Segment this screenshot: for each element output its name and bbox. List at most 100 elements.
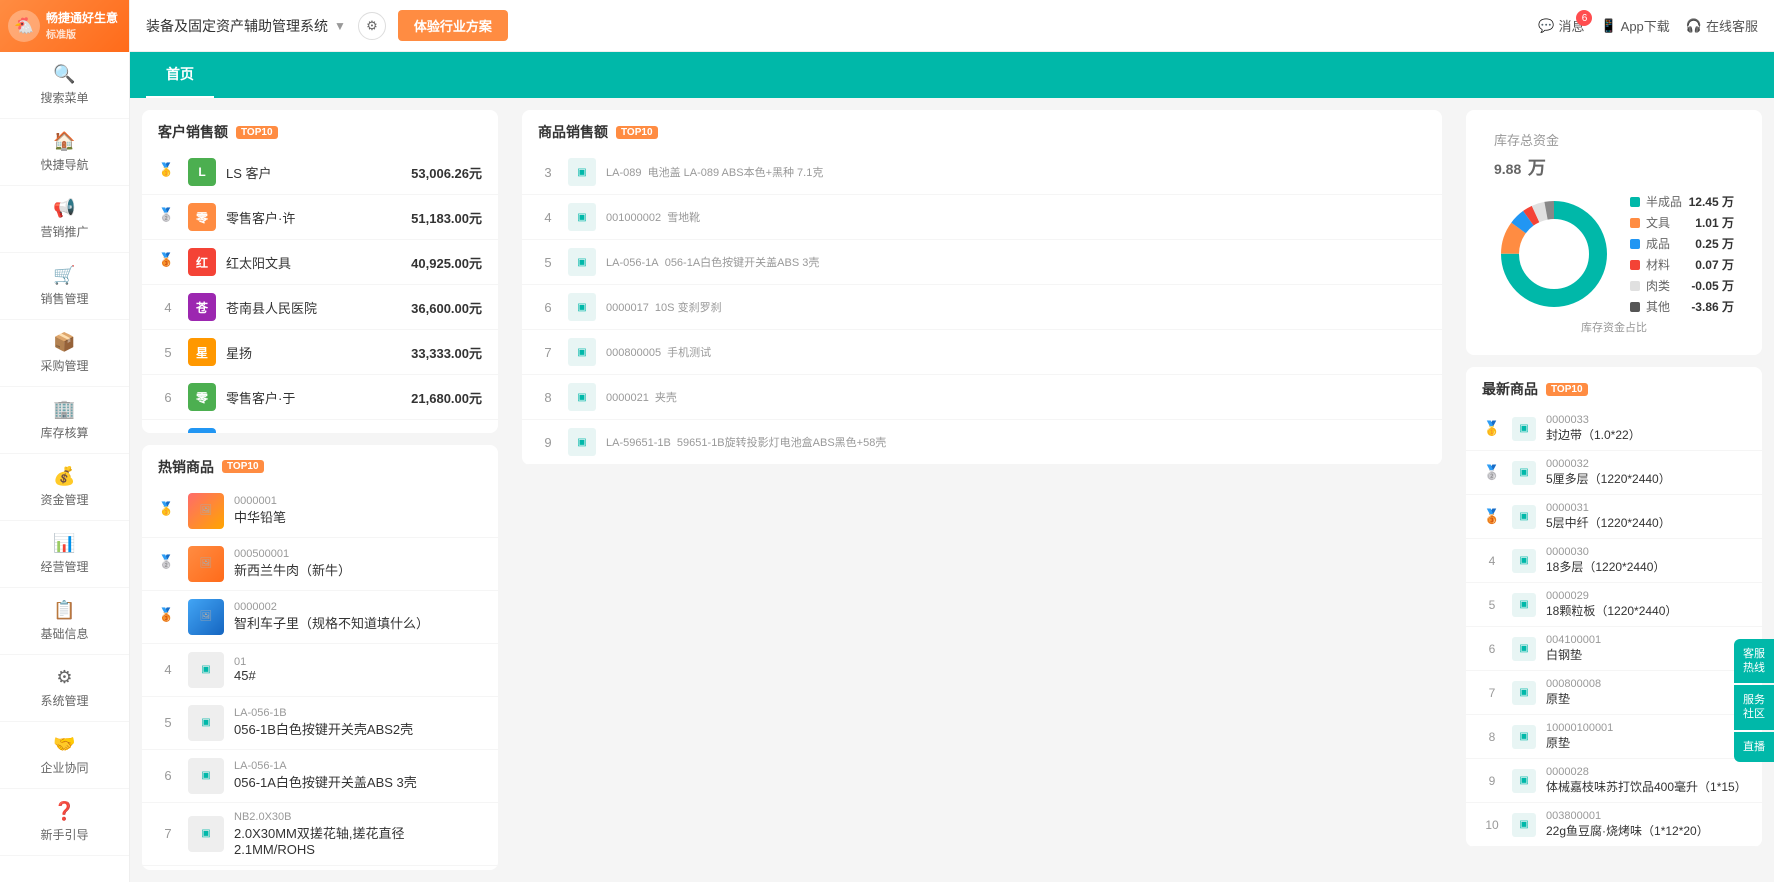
rank-number: 5	[158, 715, 178, 730]
message-badge: 6	[1576, 10, 1592, 26]
system-selector[interactable]: 装备及固定资产辅助管理系统 ▼	[146, 16, 346, 36]
new-product-name: 体械嘉枝味苏打饮品400毫升（1*15）	[1546, 778, 1746, 795]
sidebar-item-finance[interactable]: 💰 资金管理	[0, 454, 129, 521]
sidebar-item-ops[interactable]: 📊 经营管理	[0, 521, 129, 588]
customer-rank-row: 🥇 L LS 客户 53,006.26元	[142, 150, 498, 195]
topbar: 装备及固定资产辅助管理系统 ▼ ⚙ 体验行业方案 💬 消息 6 📱 App下载 …	[130, 0, 1774, 52]
customer-amount: 40,925.00元	[411, 253, 482, 272]
new-product-row: 8 ▣ 10000100001 原垫	[1466, 715, 1762, 759]
sidebar-item-base[interactable]: 📋 基础信息	[0, 588, 129, 655]
legend-item: 半成品 12.45 万	[1630, 193, 1734, 210]
new-products-card: 最新商品 TOP10 🥇 ▣ 0000033 封边带（1.0*22） 🥈 ▣ 0…	[1466, 367, 1762, 847]
product-rank-row: 9 ▣ LA-59651-1B 59651-1B旋转投影灯电池盒ABS黑色+58…	[522, 420, 1442, 465]
legend-dot	[1630, 218, 1640, 228]
product-info: LA-089 电池盖 LA-089 ABS本色+黑种 7.1克	[606, 164, 1426, 180]
inventory-donut-chart	[1494, 194, 1614, 314]
sidebar-item-marketing[interactable]: 📢 营销推广	[0, 186, 129, 253]
new-product-row: 10 ▣ 003800001 22g鱼豆腐·烧烤味（1*12*20）	[1466, 803, 1762, 847]
product-info: LA-056-1B 056-1B白色按键开关壳ABS2壳	[234, 707, 482, 738]
new-product-image: ▣	[1512, 549, 1536, 573]
hot-product-row: 🥉 🖼 0000002 智利车子里（规格不知道填什么）	[142, 591, 498, 644]
sidebar-item-inventory[interactable]: 🏢 库存核算	[0, 387, 129, 454]
settings-icon[interactable]: ⚙	[358, 12, 386, 40]
product-code: LA-59651-1B 59651-1B旋转投影灯电池盒ABS黑色+58壳	[606, 434, 1426, 450]
legend-dot	[1630, 239, 1640, 249]
rank-number: 4	[158, 662, 178, 677]
marketing-icon: 📢	[53, 198, 75, 219]
customer-rank-row: 7 云 云扬 7,680.00元	[142, 420, 498, 433]
sidebar-item-sales[interactable]: 🛒 销售管理	[0, 253, 129, 320]
product-info: LA-056-1A 056-1A白色按键开关盖ABS 3壳	[234, 760, 482, 791]
sidebar-item-nav[interactable]: 🏠 快捷导航	[0, 119, 129, 186]
float-btn-2[interactable]: 直播	[1734, 732, 1774, 762]
trial-button[interactable]: 体验行业方案	[398, 10, 508, 41]
product-rank-row: 7 ▣ 000800005 手机测试	[522, 330, 1442, 375]
nav-tabs: 首页	[130, 52, 1774, 98]
customer-avatar: 苍	[188, 293, 216, 321]
sidebar-item-purchase[interactable]: 📦 采购管理	[0, 320, 129, 387]
product-thumbnail: ▣	[568, 248, 596, 276]
rank-number: 6	[158, 768, 178, 783]
new-product-info: 0000030 18多层（1220*2440）	[1546, 546, 1665, 575]
customer-name: 零售客户·许	[226, 208, 401, 227]
product-code: 0000002	[234, 601, 482, 613]
medal-icon: 🥈	[158, 207, 178, 227]
new-product-image: ▣	[1512, 637, 1536, 661]
new-product-code: 0000028	[1546, 766, 1746, 778]
topbar-right: 💬 消息 6 📱 App下载 🎧 在线客服	[1538, 16, 1758, 35]
product-code: 0000021 夹壳	[606, 389, 1426, 405]
float-btn-0[interactable]: 客服热线	[1734, 639, 1774, 684]
hot-product-row: 8 ▣ 0000011 12070519-xs	[142, 866, 498, 870]
medal-icon: 🥉	[158, 252, 178, 272]
float-btn-1[interactable]: 服务社区	[1734, 685, 1774, 730]
legend-label: 成品	[1646, 235, 1689, 252]
medal-icon: 🥇	[158, 501, 178, 521]
new-product-code: 003800001	[1546, 810, 1709, 822]
product-info: 0000001 中华铅笔	[234, 495, 482, 526]
product-info: 01 45#	[234, 656, 482, 683]
product-code: LA-056-1B	[234, 707, 482, 719]
product-code: LA-056-1A	[234, 760, 482, 772]
legend-value: -0.05 万	[1691, 277, 1734, 294]
product-info: 0000021 夹壳	[606, 389, 1426, 405]
online-service-button[interactable]: 🎧 在线客服	[1686, 16, 1758, 35]
product-rank-row: 5 ▣ LA-056-1A 056-1A白色按键开关盖ABS 3壳	[522, 240, 1442, 285]
tab-home[interactable]: 首页	[146, 52, 214, 98]
new-rank-number: 6	[1482, 642, 1502, 656]
product-code: 001000002 雪地靴	[606, 209, 1426, 225]
sidebar-label-inventory: 库存核算	[40, 424, 88, 441]
product-info: 000500001 新西兰牛肉（新牛）	[234, 548, 482, 579]
new-product-name: 封边带（1.0*22）	[1546, 426, 1641, 443]
nav-icon: 🏠	[53, 131, 75, 152]
new-product-name: 18颗粒板（1220*2440）	[1546, 602, 1677, 619]
new-product-code: 0000030	[1546, 546, 1665, 558]
customer-name: 苍南县人民医院	[226, 298, 401, 317]
sidebar-label-search: 搜索菜单	[40, 89, 88, 106]
hot-product-row: 6 ▣ LA-056-1A 056-1A白色按键开关盖ABS 3壳	[142, 750, 498, 803]
customer-amount: 36,600.00元	[411, 298, 482, 317]
message-button[interactable]: 💬 消息 6	[1538, 16, 1584, 35]
new-rank-number: 4	[1482, 554, 1502, 568]
logo-text: 畅捷通好生意	[46, 11, 118, 27]
customer-avatar: 云	[188, 428, 216, 433]
sidebar-item-guide[interactable]: ❓ 新手引导	[0, 789, 129, 856]
legend-item: 材料 0.07 万	[1630, 256, 1734, 273]
product-name: 中华铅笔	[234, 507, 482, 526]
finance-icon: 💰	[53, 466, 75, 487]
product-name: 2.0X30MM双搓花轴,搓花直径2.1MM/ROHS	[234, 823, 482, 857]
customer-ranking-label: 客户销售额	[158, 122, 228, 142]
sidebar-item-search[interactable]: 🔍 搜索菜单	[0, 52, 129, 119]
product-image: 🖼	[188, 493, 224, 529]
new-product-row: 7 ▣ 000800008 原垫	[1466, 671, 1762, 715]
sidebar-item-collab[interactable]: 🤝 企业协同	[0, 722, 129, 789]
new-product-code: 000800008	[1546, 678, 1601, 690]
new-product-info: 0000033 封边带（1.0*22）	[1546, 414, 1641, 443]
new-product-image: ▣	[1512, 417, 1536, 441]
hot-product-row: 🥈 🖼 000500001 新西兰牛肉（新牛）	[142, 538, 498, 591]
sidebar-item-system[interactable]: ⚙ 系统管理	[0, 655, 129, 722]
new-products-label: 最新商品	[1482, 379, 1538, 399]
app-download-button[interactable]: 📱 App下载	[1600, 16, 1669, 35]
legend-dot	[1630, 281, 1640, 291]
new-product-image: ▣	[1512, 505, 1536, 529]
inventory-icon: 🏢	[53, 399, 75, 420]
